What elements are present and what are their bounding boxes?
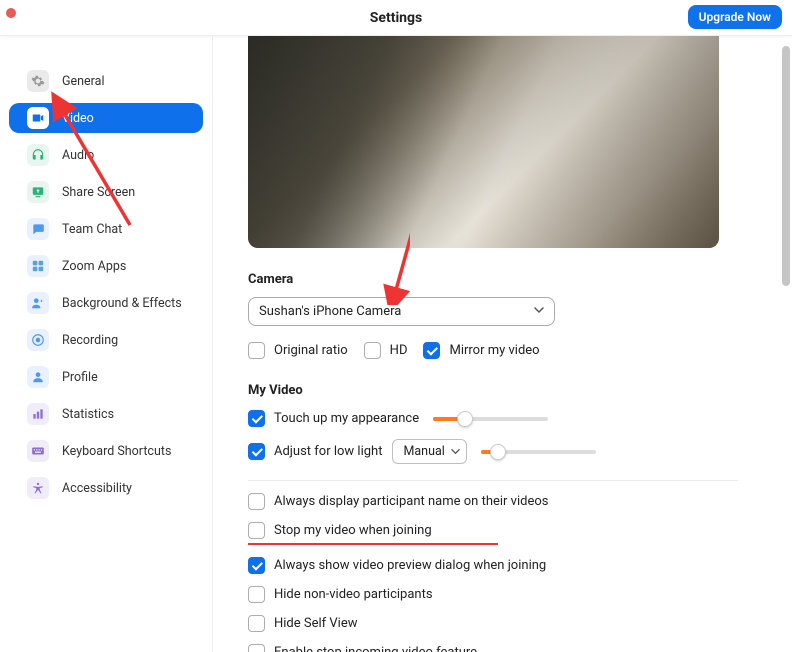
sidebar-item-statistics[interactable]: Statistics [9, 399, 203, 429]
touch-up-checkbox[interactable]: Touch up my appearance [248, 410, 419, 427]
mirror-video-label: Mirror my video [449, 343, 539, 358]
annotation-underline [248, 543, 498, 545]
option-label: Hide non-video participants [274, 587, 433, 602]
settings-sidebar: General Video Audio Share Screen Team Chat Zo… [0, 36, 213, 652]
hd-label: HD [390, 343, 408, 358]
option-label: Hide Self View [274, 616, 358, 631]
option-checkbox[interactable]: Stop my video when joining [248, 522, 432, 539]
chevron-down-icon [451, 447, 460, 456]
sidebar-item-label: Zoom Apps [62, 259, 126, 274]
video-icon [27, 107, 49, 129]
original-ratio-label: Original ratio [274, 343, 348, 358]
sidebar-item-zoom-apps[interactable]: Zoom Apps [9, 251, 203, 281]
settings-content: Camera Sushan's iPhone Camera Original r… [213, 36, 792, 652]
accessibility-icon [27, 477, 49, 499]
titlebar: Settings Upgrade Now [0, 0, 792, 36]
option-checkbox[interactable]: Always show video preview dialog when jo… [248, 557, 546, 574]
camera-select[interactable]: Sushan's iPhone Camera [248, 297, 555, 326]
video-preview [248, 36, 719, 248]
low-light-slider[interactable] [481, 450, 596, 454]
sidebar-item-label: Share Screen [62, 185, 135, 200]
sidebar-item-team-chat[interactable]: Team Chat [9, 214, 203, 244]
low-light-label: Adjust for low light [274, 444, 382, 459]
screen-share-icon [27, 181, 49, 203]
sidebar-item-accessibility[interactable]: Accessibility [9, 473, 203, 503]
gear-icon [27, 70, 49, 92]
sidebar-item-label: Statistics [62, 407, 114, 422]
sidebar-item-profile[interactable]: Profile [9, 362, 203, 392]
option-checkbox[interactable]: Hide non-video participants [248, 586, 433, 603]
low-light-mode-value: Manual [403, 444, 444, 459]
option-label: Always show video preview dialog when jo… [274, 558, 546, 573]
original-ratio-checkbox[interactable]: Original ratio [248, 342, 348, 359]
low-light-mode-select[interactable]: Manual [392, 439, 466, 464]
chat-icon [27, 218, 49, 240]
effects-icon [27, 292, 49, 314]
sidebar-item-audio[interactable]: Audio [9, 140, 203, 170]
low-light-checkbox[interactable]: Adjust for low light [248, 443, 382, 460]
option-label: Always display participant name on their… [274, 494, 548, 509]
sidebar-item-video[interactable]: Video [9, 103, 203, 133]
window-close-dot[interactable] [6, 8, 17, 18]
sidebar-item-label: Accessibility [62, 481, 132, 496]
option-label: Enable stop incoming video feature [274, 645, 477, 652]
keyboard-icon [27, 440, 49, 462]
upgrade-button[interactable]: Upgrade Now [688, 5, 782, 29]
close-dot-icon [6, 8, 16, 18]
sidebar-item-label: Profile [62, 370, 98, 385]
sidebar-item-label: Audio [62, 148, 94, 163]
chevron-down-icon [534, 304, 544, 319]
section-divider [248, 480, 738, 481]
sidebar-item-label: Team Chat [62, 222, 122, 237]
my-video-heading: My Video [248, 383, 757, 398]
sidebar-item-background-effects[interactable]: Background & Effects [9, 288, 203, 318]
sidebar-item-recording[interactable]: Recording [9, 325, 203, 355]
option-checkbox[interactable]: Always display participant name on their… [248, 493, 548, 510]
headphones-icon [27, 144, 49, 166]
touch-up-label: Touch up my appearance [274, 411, 419, 426]
camera-heading: Camera [248, 272, 757, 287]
sidebar-item-label: Background & Effects [62, 296, 182, 311]
camera-select-value: Sushan's iPhone Camera [259, 304, 401, 319]
touch-up-slider[interactable] [433, 417, 548, 421]
content-scrollbar[interactable] [782, 46, 790, 286]
stats-icon [27, 403, 49, 425]
window-title: Settings [0, 10, 792, 26]
apps-icon [27, 255, 49, 277]
recording-icon [27, 329, 49, 351]
hd-checkbox[interactable]: HD [364, 342, 408, 359]
sidebar-item-label: Keyboard Shortcuts [62, 444, 171, 459]
mirror-video-checkbox[interactable]: Mirror my video [423, 342, 539, 359]
option-checkbox[interactable]: Enable stop incoming video feature [248, 644, 477, 652]
sidebar-item-label: Video [62, 111, 94, 126]
sidebar-item-label: Recording [62, 333, 118, 348]
option-label: Stop my video when joining [274, 523, 432, 538]
sidebar-item-label: General [62, 74, 105, 89]
profile-icon [27, 366, 49, 388]
sidebar-item-keyboard-shortcuts[interactable]: Keyboard Shortcuts [9, 436, 203, 466]
sidebar-item-share-screen[interactable]: Share Screen [9, 177, 203, 207]
sidebar-item-general[interactable]: General [9, 66, 203, 96]
option-checkbox[interactable]: Hide Self View [248, 615, 358, 632]
